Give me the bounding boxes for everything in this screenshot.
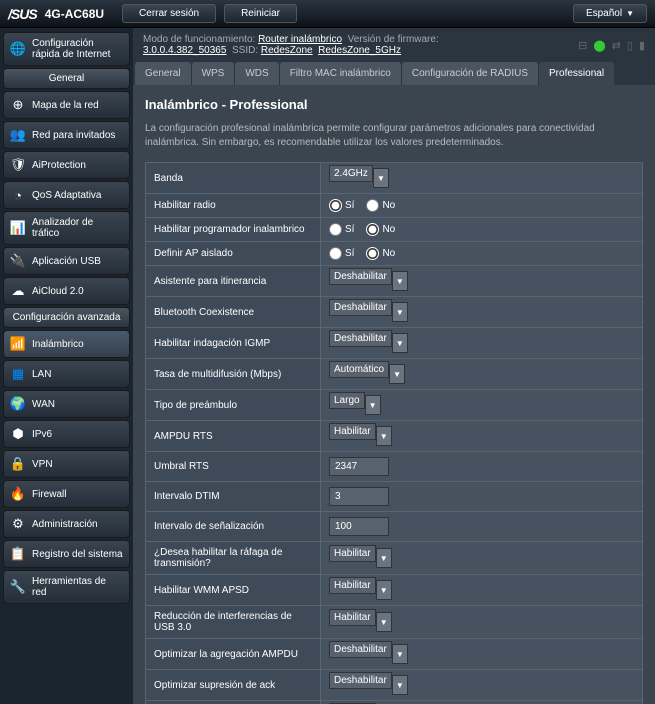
ack-select[interactable]: Deshabilitar — [329, 672, 392, 689]
guest-icon: 👥 — [10, 127, 26, 143]
asus-logo: /SUS — [8, 6, 37, 22]
dropdown-icon[interactable]: ▼ — [376, 548, 392, 568]
sidebar-qos[interactable]: ◔QoS Adaptativa — [3, 181, 130, 209]
preamble-select[interactable]: Largo — [329, 392, 365, 409]
sidebar-guest-network[interactable]: 👥Red para invitados — [3, 121, 130, 149]
sidebar-usb-app[interactable]: 🔌Aplicación USB — [3, 247, 130, 275]
mcast-select[interactable]: Automático — [329, 361, 389, 378]
dtim-input[interactable] — [329, 487, 389, 506]
wmm-select[interactable]: Habilitar — [329, 577, 376, 594]
wan-status-icon: ⇄ — [612, 39, 621, 52]
ssid2-link[interactable]: RedesZone_5GHz — [318, 45, 401, 56]
lan-icon: ▦ — [10, 366, 26, 382]
usb30-select[interactable]: Habilitar — [329, 609, 376, 626]
dropdown-icon[interactable]: ▼ — [376, 580, 392, 600]
usb-icon: 🔌 — [10, 253, 26, 269]
page-title: Inalámbrico - Professional — [145, 97, 643, 112]
sidebar-wan[interactable]: 🌍WAN — [3, 390, 130, 418]
dropdown-icon[interactable]: ▼ — [376, 426, 392, 446]
settings-table: Banda2.4GHz▼ Habilitar radioSíNo Habilit… — [145, 162, 643, 704]
isolate-no[interactable] — [366, 247, 379, 260]
tab-wps[interactable]: WPS — [192, 62, 235, 85]
sidebar-header-general: General — [3, 68, 130, 89]
sidebar-nettools[interactable]: 🔧Herramientas de red — [3, 570, 130, 604]
sidebar-syslog[interactable]: 📋Registro del sistema — [3, 540, 130, 568]
chart-icon: 📊 — [10, 220, 26, 236]
page-description: La configuración profesional inalámbrica… — [145, 122, 643, 150]
sidebar-firewall[interactable]: 🔥Firewall — [3, 480, 130, 508]
gauge-icon: ◔ — [10, 187, 26, 203]
map-icon: ⊕ — [10, 97, 26, 113]
usb-status-icon: ⊟ — [578, 39, 587, 52]
tab-radius[interactable]: Configuración de RADIUS — [402, 62, 538, 85]
link-status-icon: ⬤ — [593, 39, 605, 52]
tab-macfilter[interactable]: Filtro MAC inalámbrico — [280, 62, 401, 85]
rts-input[interactable] — [329, 457, 389, 476]
sidebar-quick-setup[interactable]: 🌐Configuración rápida de Internet — [3, 32, 130, 66]
sidebar-ipv6[interactable]: ⬢IPv6 — [3, 420, 130, 448]
btcoex-select[interactable]: Deshabilitar — [329, 299, 392, 316]
band-select[interactable]: 2.4GHz — [329, 165, 373, 182]
beacon-input[interactable] — [329, 517, 389, 536]
tab-professional[interactable]: Professional — [539, 62, 614, 85]
reboot-button[interactable]: Reiniciar — [224, 4, 297, 23]
sidebar-aiprotection[interactable]: 🛡AiProtection — [3, 151, 130, 179]
ipv6-icon: ⬢ — [10, 426, 26, 442]
sidebar-lan[interactable]: ▦LAN — [3, 360, 130, 388]
sidebar-traffic-analyzer[interactable]: 📊Analizador de tráfico — [3, 211, 130, 245]
sched-yes[interactable] — [329, 223, 342, 236]
sched-no[interactable] — [366, 223, 379, 236]
mode-link[interactable]: Router inalámbrico — [258, 34, 342, 45]
fire-icon: 🔥 — [10, 486, 26, 502]
dropdown-icon[interactable]: ▼ — [392, 333, 408, 353]
dropdown-icon[interactable]: ▼ — [365, 395, 381, 415]
tab-wds[interactable]: WDS — [235, 62, 278, 85]
sim-status-icon: ▯ — [627, 39, 633, 52]
isolate-yes[interactable] — [329, 247, 342, 260]
dropdown-icon[interactable]: ▼ — [376, 612, 392, 632]
dropdown-icon[interactable]: ▼ — [392, 675, 408, 695]
shield-icon: 🛡 — [10, 157, 26, 173]
radio-yes[interactable] — [329, 199, 342, 212]
log-icon: 📋 — [10, 546, 26, 562]
logout-button[interactable]: Cerrar sesión — [122, 4, 216, 23]
ampdurts-select[interactable]: Habilitar — [329, 423, 376, 440]
dropdown-icon[interactable]: ▼ — [392, 644, 408, 664]
tab-general[interactable]: General — [135, 62, 191, 85]
ssid1-link[interactable]: RedesZone — [261, 45, 313, 56]
vpn-icon: 🔒 — [10, 456, 26, 472]
sidebar-admin[interactable]: ⚙Administración — [3, 510, 130, 538]
sidebar-aicloud[interactable]: ☁AiCloud 2.0 — [3, 277, 130, 305]
globe-icon: 🌐 — [10, 41, 26, 57]
sidebar-wireless[interactable]: 📶Inalámbrico — [3, 330, 130, 358]
firmware-link[interactable]: 3.0.0.4.382_50365 — [143, 45, 226, 56]
cloud-icon: ☁ — [10, 283, 26, 299]
wan-icon: 🌍 — [10, 396, 26, 412]
roaming-select[interactable]: Deshabilitar — [329, 268, 392, 285]
radio-no[interactable] — [366, 199, 379, 212]
chevron-down-icon: ▼ — [626, 9, 634, 18]
dropdown-icon[interactable]: ▼ — [392, 302, 408, 322]
txburst-select[interactable]: Habilitar — [329, 545, 376, 562]
sidebar-header-advanced: Configuración avanzada — [3, 307, 130, 328]
info-bar: Modo de funcionamiento: Router inalámbri… — [133, 28, 655, 62]
admin-icon: ⚙ — [10, 516, 26, 532]
dropdown-icon[interactable]: ▼ — [373, 168, 389, 188]
dropdown-icon[interactable]: ▼ — [389, 364, 405, 384]
igmp-select[interactable]: Deshabilitar — [329, 330, 392, 347]
status-icons: ⊟ ⬤ ⇄ ▯ ▮ — [578, 34, 645, 56]
tools-icon: 🔧 — [10, 579, 26, 595]
sidebar-vpn[interactable]: 🔒VPN — [3, 450, 130, 478]
wifi-icon: 📶 — [10, 336, 26, 352]
model-name: 4G-AC68U — [45, 7, 104, 21]
dropdown-icon[interactable]: ▼ — [392, 271, 408, 291]
signal-icon: ▮ — [639, 39, 645, 52]
ampdu-select[interactable]: Deshabilitar — [329, 641, 392, 658]
sidebar-network-map[interactable]: ⊕Mapa de la red — [3, 91, 130, 119]
language-select[interactable]: Español▼ — [573, 4, 647, 23]
